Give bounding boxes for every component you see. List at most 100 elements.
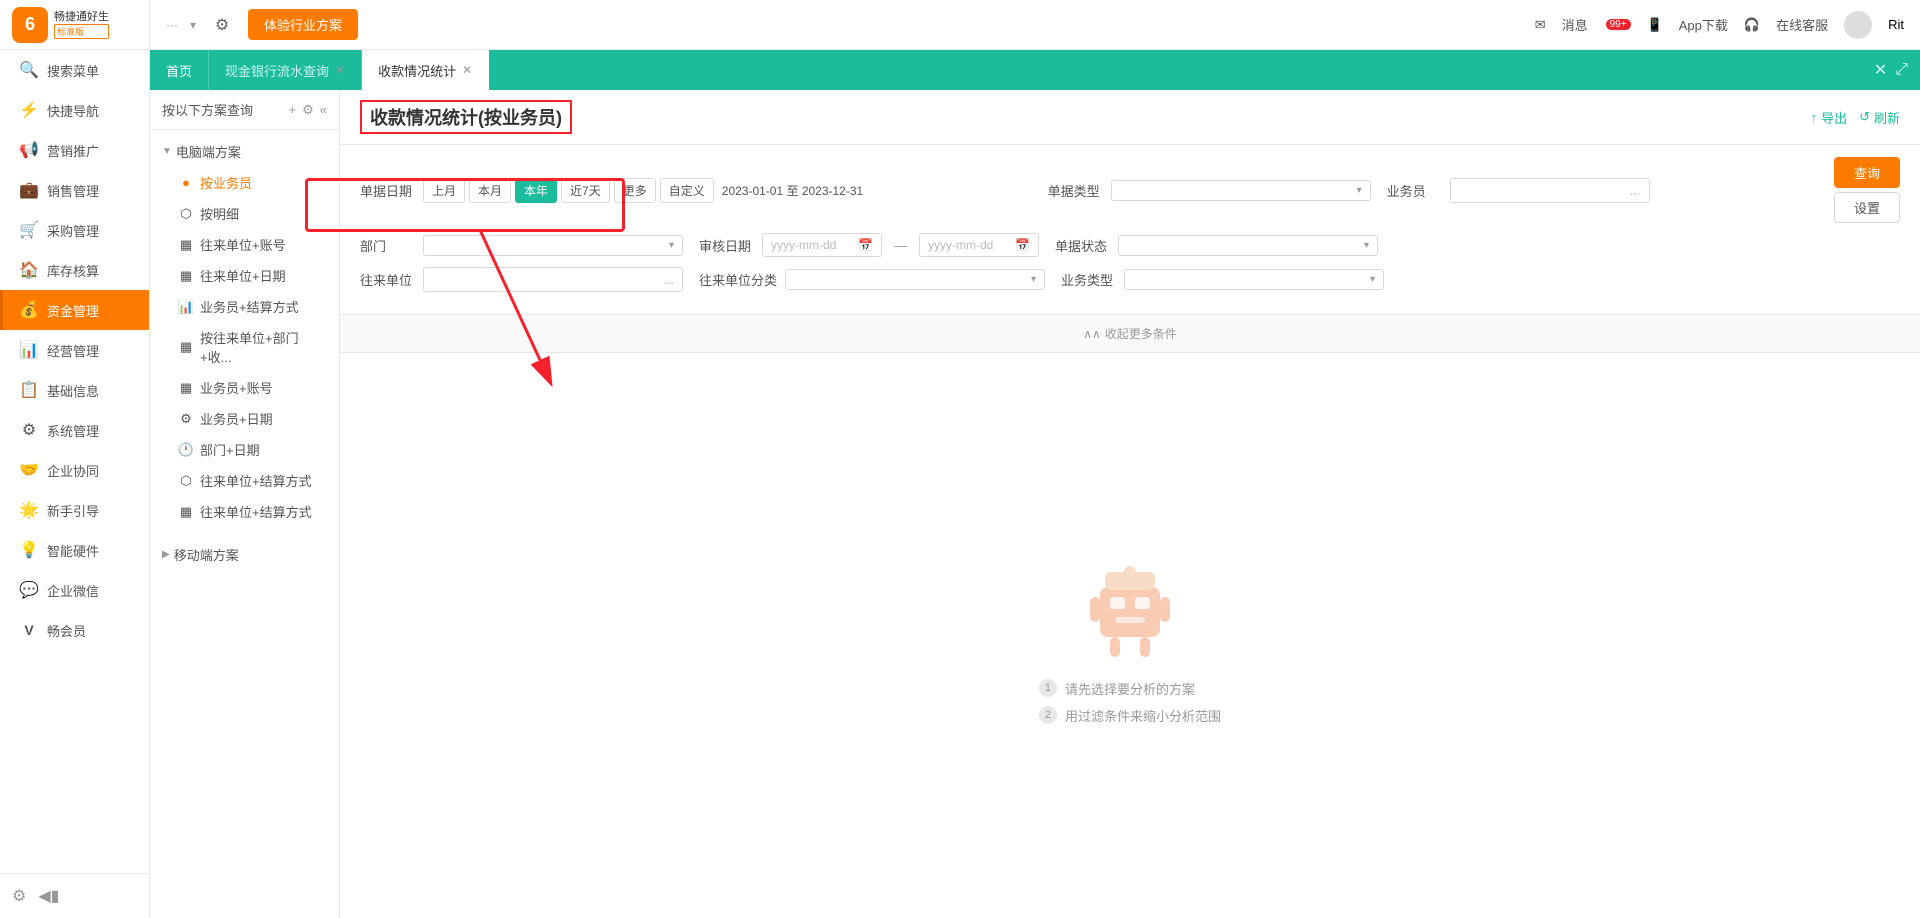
- salesman-label: 业务员: [1387, 181, 1442, 200]
- export-button[interactable]: ↑ 导出: [1811, 108, 1848, 127]
- review-date-start[interactable]: yyyy-mm-dd 📅: [762, 233, 882, 257]
- sidebar-item-basic[interactable]: 📋 基础信息: [0, 370, 149, 410]
- date-btn-last-month[interactable]: 上月: [423, 178, 465, 203]
- scheme-item-label: 往来单位+日期: [200, 266, 286, 285]
- content-wrapper: 按以下方案查询 + ⚙ « ▼ 电脑端方案 ● 按业务员 ⬡: [150, 90, 1920, 918]
- review-date-end[interactable]: yyyy-mm-dd 📅: [919, 233, 1039, 257]
- sidebar-item-label: 智能硬件: [47, 541, 99, 560]
- tab-cash-flow-label: 现金银行流水查询: [225, 61, 329, 80]
- desktop-schemes-header[interactable]: ▼ 电脑端方案: [150, 136, 339, 167]
- chevron-down-icon[interactable]: ▾: [190, 18, 196, 32]
- sidebar-item-system[interactable]: ⚙ 系统管理: [0, 410, 149, 450]
- collapse-panel-icon[interactable]: «: [320, 102, 327, 118]
- scheme-item-partner-settlement1[interactable]: ⬡ 往来单位+结算方式: [150, 465, 339, 496]
- tab-collection-stats[interactable]: 收款情况统计 ✕: [362, 50, 489, 90]
- settings-bottom-icon[interactable]: ⚙: [12, 886, 26, 906]
- add-scheme-icon[interactable]: +: [289, 102, 297, 118]
- message-icon: ✉: [1535, 17, 1546, 33]
- salesman-select[interactable]: ...: [1450, 178, 1650, 203]
- sidebar-item-operation[interactable]: 📊 经营管理: [0, 330, 149, 370]
- message-group[interactable]: ✉ 消息 99+: [1535, 15, 1631, 34]
- sidebar-item-sales[interactable]: 💼 销售管理: [0, 170, 149, 210]
- tab-actions: ✕ ⤢: [1862, 50, 1920, 90]
- date-btn-this-month[interactable]: 本月: [469, 178, 511, 203]
- date-btn-more[interactable]: 更多: [614, 178, 656, 203]
- query-button[interactable]: 查询: [1834, 157, 1900, 188]
- sidebar-item-quicknav[interactable]: ⚡ 快捷导航: [0, 90, 149, 130]
- scheme-item-partner-settlement2[interactable]: ▦ 往来单位+结算方式: [150, 496, 339, 527]
- breadcrumb: ···: [166, 18, 178, 32]
- app-download-group[interactable]: 📱 App下载: [1647, 15, 1728, 34]
- dept-select[interactable]: ▾: [423, 235, 683, 256]
- page-header-actions: ↑ 导出 ↺ 刷新: [1811, 108, 1900, 127]
- scheme-item-partner-dept-collect[interactable]: ▦ 按往来单位+部门+收...: [150, 322, 339, 372]
- marketing-icon: 📢: [19, 140, 39, 160]
- export-label: 导出: [1821, 108, 1847, 127]
- basic-icon: 📋: [19, 380, 39, 400]
- scheme-item-label: 业务员+结算方式: [200, 297, 299, 316]
- biz-type-select[interactable]: ▾: [1124, 269, 1384, 290]
- scheme-item-label: 按往来单位+部门+收...: [200, 328, 327, 366]
- biz-type-arrow: ▾: [1370, 274, 1375, 285]
- date-btn-this-year[interactable]: 本年: [515, 178, 557, 203]
- tab-home-label: 首页: [166, 61, 192, 80]
- scheme-item-salesman-date[interactable]: ⚙ 业务员+日期: [150, 403, 339, 434]
- collapse-sidebar-icon[interactable]: ◀▮: [38, 886, 59, 906]
- topbar-gear-icon[interactable]: ⚙: [208, 11, 236, 39]
- status-label: 单据状态: [1055, 236, 1110, 255]
- empty-tip-1: 1 请先选择要分析的方案: [1039, 679, 1221, 698]
- sidebar-item-wechat[interactable]: 💬 企业微信: [0, 570, 149, 610]
- scheme-item-dept-date[interactable]: 🕐 部门+日期: [150, 434, 339, 465]
- scheme-item-detail[interactable]: ⬡ 按明细: [150, 198, 339, 229]
- sidebar-item-guide[interactable]: 🌟 新手引导: [0, 490, 149, 530]
- tab-collection-stats-close[interactable]: ✕: [462, 63, 472, 77]
- scheme-item-partner-date[interactable]: ▦ 往来单位+日期: [150, 260, 339, 291]
- tab-close-all-button[interactable]: ✕: [1874, 60, 1887, 80]
- tab-cash-flow[interactable]: 现金银行流水查询 ✕: [209, 50, 362, 90]
- online-service-group[interactable]: 🎧 在线客服: [1744, 15, 1828, 34]
- tab-cash-flow-close[interactable]: ✕: [335, 63, 345, 77]
- sidebar-item-inventory[interactable]: 🏠 库存核算: [0, 250, 149, 290]
- tab-home[interactable]: 首页: [150, 50, 209, 90]
- partner-select[interactable]: ...: [423, 267, 683, 292]
- sidebar-item-hardware[interactable]: 💡 智能硬件: [0, 530, 149, 570]
- salesman-more-icon[interactable]: ...: [1630, 183, 1641, 198]
- filter-salesman-item: 业务员 ...: [1387, 178, 1650, 203]
- user-avatar[interactable]: [1844, 11, 1872, 39]
- sidebar-item-member[interactable]: V 畅会员: [0, 610, 149, 650]
- collapse-bar[interactable]: ∧∧ 收起更多条件: [340, 315, 1920, 353]
- tab-maximize-button[interactable]: ⤢: [1895, 61, 1908, 79]
- mobile-schemes-label: 移动端方案: [174, 545, 239, 564]
- review-date-end-placeholder: yyyy-mm-dd: [928, 238, 993, 252]
- online-service-label: 在线客服: [1776, 15, 1828, 34]
- sidebar-item-finance[interactable]: 💰 资金管理: [0, 290, 149, 330]
- scheme-item-partner-account[interactable]: ▦ 往来单位+账号: [150, 229, 339, 260]
- partner-cat-select[interactable]: ▾: [785, 269, 1045, 290]
- dept-select-arrow: ▾: [669, 240, 674, 251]
- sidebar-item-cooperation[interactable]: 🤝 企业协同: [0, 450, 149, 490]
- type-select[interactable]: ▾: [1111, 180, 1371, 201]
- desktop-schemes-arrow: ▼: [162, 146, 172, 157]
- refresh-button[interactable]: ↺ 刷新: [1859, 108, 1900, 127]
- sidebar-item-marketing[interactable]: 📢 营销推广: [0, 130, 149, 170]
- scheme-item-by-salesman[interactable]: ● 按业务员: [150, 167, 339, 198]
- left-panel-actions: + ⚙ «: [289, 102, 327, 118]
- scheme-item-label: 业务员+日期: [200, 409, 273, 428]
- date-btn-7days[interactable]: 近7天: [561, 178, 610, 203]
- sidebar-item-search[interactable]: 🔍 搜索菜单: [0, 50, 149, 90]
- calendar-icon-start: 📅: [858, 238, 873, 252]
- sidebar-item-label: 搜索菜单: [47, 61, 99, 80]
- sidebar: 6 畅捷通好生 标准版 🔍 搜索菜单 ⚡ 快捷导航 📢 营销推广 💼 销售管理 …: [0, 0, 150, 918]
- scheme-item-salesman-settlement[interactable]: 📊 业务员+结算方式: [150, 291, 339, 322]
- setting-button[interactable]: 设置: [1834, 192, 1900, 223]
- scheme-item-label: 部门+日期: [200, 440, 260, 459]
- status-select[interactable]: ▾: [1118, 235, 1378, 256]
- trial-button[interactable]: 体验行业方案: [248, 9, 358, 40]
- mobile-schemes-header[interactable]: ▶ 移动端方案: [150, 539, 339, 570]
- scheme-item-salesman-account[interactable]: ▦ 业务员+账号: [150, 372, 339, 403]
- partner-more-icon[interactable]: ...: [663, 272, 674, 287]
- scheme-settings-icon[interactable]: ⚙: [302, 102, 314, 118]
- date-btn-custom[interactable]: 自定义: [660, 178, 714, 203]
- sidebar-item-label: 新手引导: [47, 501, 99, 520]
- sidebar-item-purchase[interactable]: 🛒 采购管理: [0, 210, 149, 250]
